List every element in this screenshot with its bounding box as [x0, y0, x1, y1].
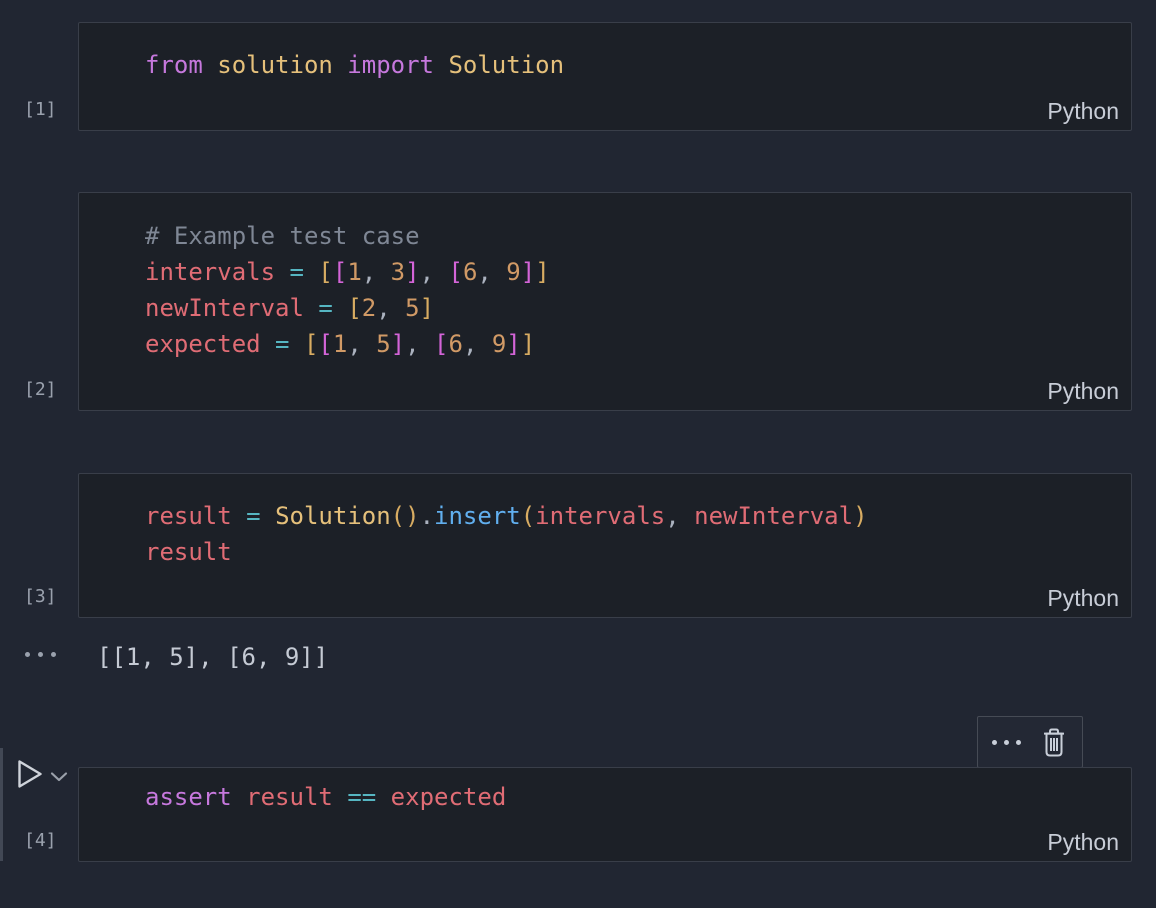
run-cell-button[interactable]	[17, 759, 43, 793]
chevron-down-icon	[50, 771, 68, 783]
cell-language-label[interactable]: Python	[1047, 585, 1119, 612]
execution-count: [2]	[24, 377, 84, 402]
execution-count: [4]	[24, 828, 84, 853]
notebook-cell-3[interactable]: result = Solution().insert(intervals, ne…	[78, 473, 1132, 618]
code-line[interactable]: from solution import Solution	[79, 47, 1131, 83]
notebook: from solution import Solution Python [1]…	[0, 0, 1156, 908]
code-line[interactable]: result = Solution().insert(intervals, ne…	[79, 498, 1131, 534]
run-options-dropdown[interactable]	[50, 768, 68, 787]
cell-toolbar	[977, 716, 1083, 768]
code-line[interactable]: newInterval = [2, 5]	[79, 290, 1131, 326]
play-outline-icon	[17, 759, 43, 789]
code-line[interactable]: result	[79, 534, 1131, 570]
trash-icon	[1042, 728, 1066, 757]
execution-count: [1]	[24, 97, 84, 122]
more-actions-button[interactable]	[982, 721, 1030, 763]
code-line[interactable]: intervals = [[1, 3], [6, 9]]	[79, 254, 1131, 290]
cell-language-label[interactable]: Python	[1047, 98, 1119, 125]
notebook-cell-1[interactable]: from solution import Solution Python	[78, 22, 1132, 131]
code-line[interactable]: assert result == expected	[79, 779, 1131, 815]
execution-count: [3]	[24, 584, 84, 609]
notebook-cell-2[interactable]: # Example test case intervals = [[1, 3],…	[78, 192, 1132, 411]
ellipsis-icon	[992, 740, 1021, 745]
ellipsis-icon[interactable]	[25, 652, 56, 657]
cell-output-text: [[1, 5], [6, 9]]	[97, 639, 328, 675]
notebook-cell-4[interactable]: assert result == expected Python	[78, 767, 1132, 862]
focused-cell-indicator	[0, 748, 3, 861]
code-line[interactable]: expected = [[1, 5], [6, 9]]	[79, 326, 1131, 362]
code-line[interactable]: # Example test case	[79, 218, 1131, 254]
cell-language-label[interactable]: Python	[1047, 829, 1119, 856]
cell-language-label[interactable]: Python	[1047, 378, 1119, 405]
delete-cell-button[interactable]	[1030, 721, 1078, 763]
